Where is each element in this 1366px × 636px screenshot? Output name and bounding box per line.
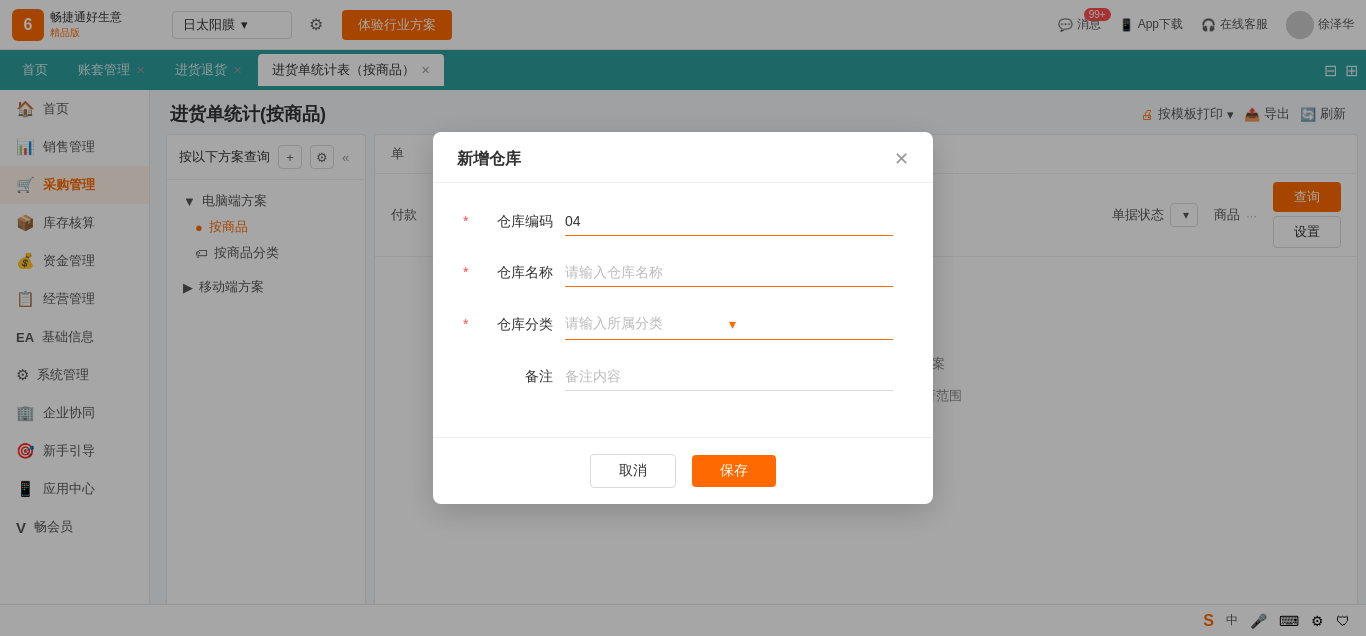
name-input[interactable]: [565, 258, 893, 287]
category-chevron-icon: ▾: [729, 316, 893, 332]
cancel-button[interactable]: 取消: [590, 454, 676, 488]
code-input[interactable]: [565, 207, 893, 236]
form-row-category: 仓库分类 请输入所属分类 ▾: [473, 309, 893, 340]
save-button[interactable]: 保存: [692, 455, 776, 487]
dialog-body: 仓库编码 仓库名称 仓库分类 请输入所属分类 ▾ 备注: [433, 183, 933, 437]
remark-label: 备注: [473, 368, 553, 386]
remark-input[interactable]: [565, 362, 893, 391]
new-warehouse-dialog: 新增仓库 ✕ 仓库编码 仓库名称 仓库分类 请输入所属分类 ▾: [433, 132, 933, 504]
form-row-remark: 备注: [473, 362, 893, 391]
name-label: 仓库名称: [473, 264, 553, 282]
dialog-footer: 取消 保存: [433, 437, 933, 504]
category-label: 仓库分类: [473, 316, 553, 334]
dialog-close-btn[interactable]: ✕: [894, 148, 909, 170]
form-row-name: 仓库名称: [473, 258, 893, 287]
category-placeholder: 请输入所属分类: [565, 315, 729, 333]
category-select[interactable]: 请输入所属分类 ▾: [565, 309, 893, 340]
dialog-title: 新增仓库: [457, 149, 521, 170]
form-row-code: 仓库编码: [473, 207, 893, 236]
dialog-header: 新增仓库 ✕: [433, 132, 933, 183]
code-label: 仓库编码: [473, 213, 553, 231]
dialog-overlay: 新增仓库 ✕ 仓库编码 仓库名称 仓库分类 请输入所属分类 ▾: [0, 0, 1366, 636]
